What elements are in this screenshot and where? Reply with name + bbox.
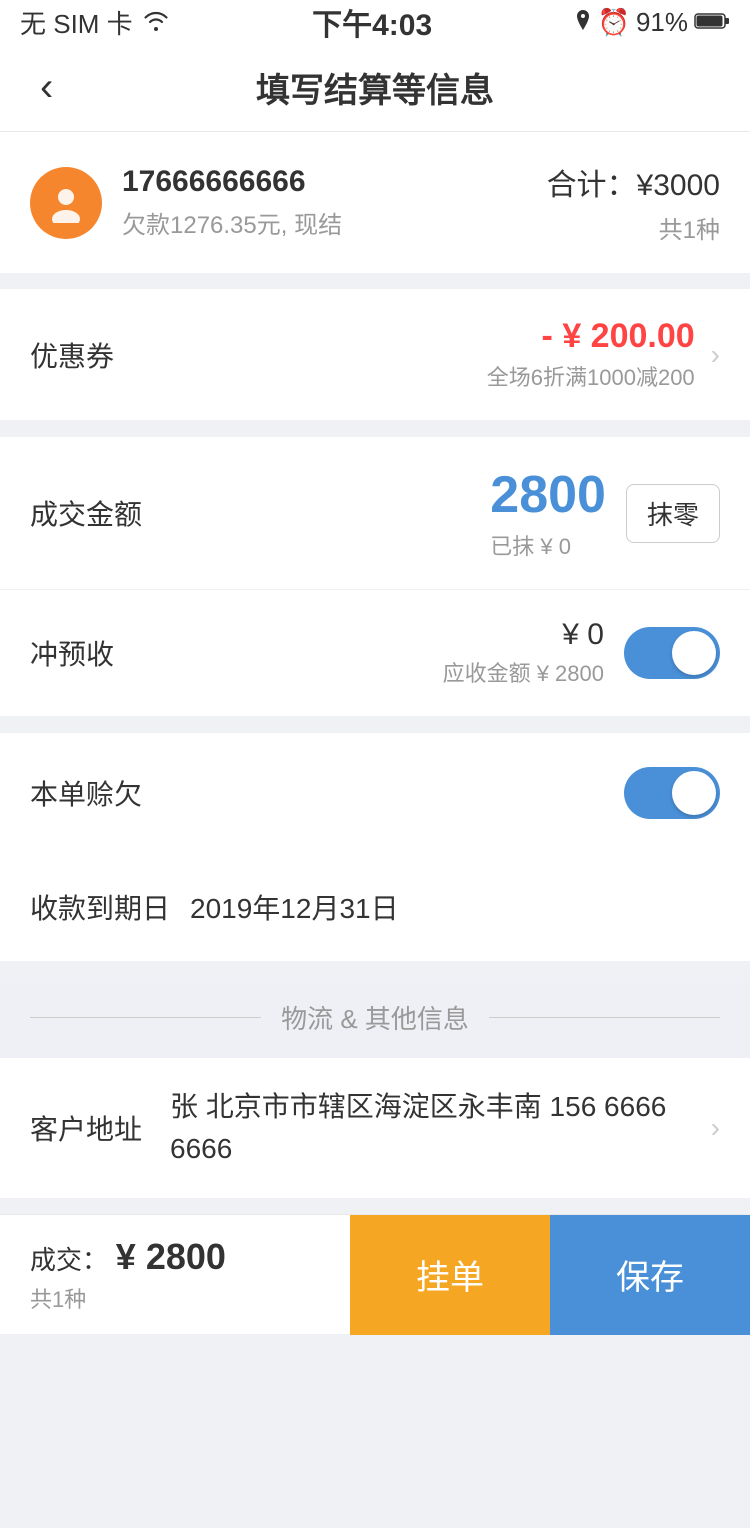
logistics-line-left <box>30 1017 261 1018</box>
round-zero-button[interactable]: 抹零 <box>626 484 720 543</box>
bottom-bar: 成交： ¥ 2800 共1种 挂单 保存 <box>0 1214 750 1334</box>
customer-left: 17666666666 欠款1276.35元, 现结 <box>30 165 342 240</box>
location-icon <box>574 7 592 38</box>
coupon-row[interactable]: 优惠券 - ¥ 200.00 全场6折满1000减200 › <box>0 289 750 421</box>
hang-order-button[interactable]: 挂单 <box>350 1215 550 1335</box>
deal-amount-info: 2800 已抹 ¥ 0 <box>490 465 606 561</box>
section-separator-1 <box>0 421 750 437</box>
bottom-count: 共1种 <box>30 1282 320 1314</box>
avatar <box>30 167 102 239</box>
status-right: ⏰ 91% <box>574 7 730 38</box>
prepay-receivable: 应收金额 ¥ 2800 <box>443 656 604 688</box>
battery-icon <box>694 7 730 38</box>
chevron-right-icon: › <box>711 339 720 371</box>
prepay-row: 冲预收 ¥ 0 应收金额 ¥ 2800 <box>0 590 750 716</box>
toggle-knob <box>672 631 716 675</box>
nav-bar: ‹ 填写结算等信息 <box>0 44 750 132</box>
deal-number: 2800 <box>490 465 606 525</box>
prepay-right: ¥ 0 应收金额 ¥ 2800 <box>443 618 720 688</box>
coupon-label: 优惠券 <box>30 335 114 375</box>
due-date-row: 收款到期日 2019年12月31日 <box>0 853 750 961</box>
address-chevron-icon: › <box>711 1112 720 1144</box>
due-date-label: 收款到期日 <box>30 887 170 927</box>
debt-toggle[interactable] <box>624 767 720 819</box>
status-bar: 无 SIM 卡 下午4:03 ⏰ 91% <box>0 0 750 44</box>
customer-right: 合计：¥3000 共1种 <box>547 160 720 245</box>
bottom-deal-amount: ¥ 2800 <box>116 1236 226 1277</box>
wifi-icon <box>141 7 171 38</box>
total-amount: 合计：¥3000 <box>547 160 720 204</box>
address-label: 客户地址 <box>30 1108 150 1148</box>
logistics-line-right <box>489 1017 720 1018</box>
section-separator-2 <box>0 716 750 732</box>
coupon-right: - ¥ 200.00 全场6折满1000减200 › <box>487 317 720 392</box>
section-separator-3 <box>0 961 750 977</box>
due-date-value: 2019年12月31日 <box>190 887 399 927</box>
battery-percent: 91% <box>636 7 688 38</box>
customer-note: 欠款1276.35元, 现结 <box>122 205 342 240</box>
deal-label: 成交金额 <box>30 493 142 533</box>
back-button[interactable]: ‹ <box>30 55 63 120</box>
prepay-amount: ¥ 0 <box>443 618 604 652</box>
sim-status: 无 SIM 卡 <box>20 4 133 41</box>
deal-amount-row: 成交金额 2800 已抹 ¥ 0 抹零 <box>0 437 750 590</box>
bottom-summary: 成交： ¥ 2800 共1种 <box>0 1236 350 1314</box>
save-button[interactable]: 保存 <box>550 1215 750 1335</box>
status-time: 下午4:03 <box>312 0 432 44</box>
deal-amount-wrap: 2800 已抹 ¥ 0 抹零 <box>490 465 720 561</box>
page-title: 填写结算等信息 <box>256 63 494 112</box>
debt-row: 本单赊欠 <box>0 732 750 853</box>
debt-label: 本单赊欠 <box>30 773 142 813</box>
coupon-info: - ¥ 200.00 全场6折满1000减200 <box>487 317 695 392</box>
logistics-title: 物流 & 其他信息 <box>281 999 469 1036</box>
bottom-deal-line: 成交： ¥ 2800 <box>30 1236 320 1278</box>
prepay-label: 冲预收 <box>30 633 114 673</box>
status-left: 无 SIM 卡 <box>20 4 171 41</box>
prepay-toggle[interactable] <box>624 627 720 679</box>
deal-sub: 已抹 ¥ 0 <box>490 529 606 561</box>
address-content: 张 北京市市辖区海淀区永丰南 156 6666 6666 <box>170 1086 691 1170</box>
customer-card: 17666666666 欠款1276.35元, 现结 合计：¥3000 共1种 <box>0 132 750 273</box>
alarm-icon: ⏰ <box>598 7 630 38</box>
address-row[interactable]: 客户地址 张 北京市市辖区海淀区永丰南 156 6666 6666 › <box>0 1058 750 1198</box>
total-count: 共1种 <box>547 210 720 245</box>
coupon-detail: 全场6折满1000减200 <box>487 360 695 392</box>
prepay-amount-wrap: ¥ 0 应收金额 ¥ 2800 <box>443 618 604 688</box>
bottom-deal-label: 成交： <box>30 1245 108 1275</box>
customer-info: 17666666666 欠款1276.35元, 现结 <box>122 165 342 240</box>
debt-toggle-knob <box>672 771 716 815</box>
coupon-amount: - ¥ 200.00 <box>487 317 695 356</box>
logistics-header: 物流 & 其他信息 <box>0 977 750 1058</box>
customer-phone: 17666666666 <box>122 165 342 199</box>
